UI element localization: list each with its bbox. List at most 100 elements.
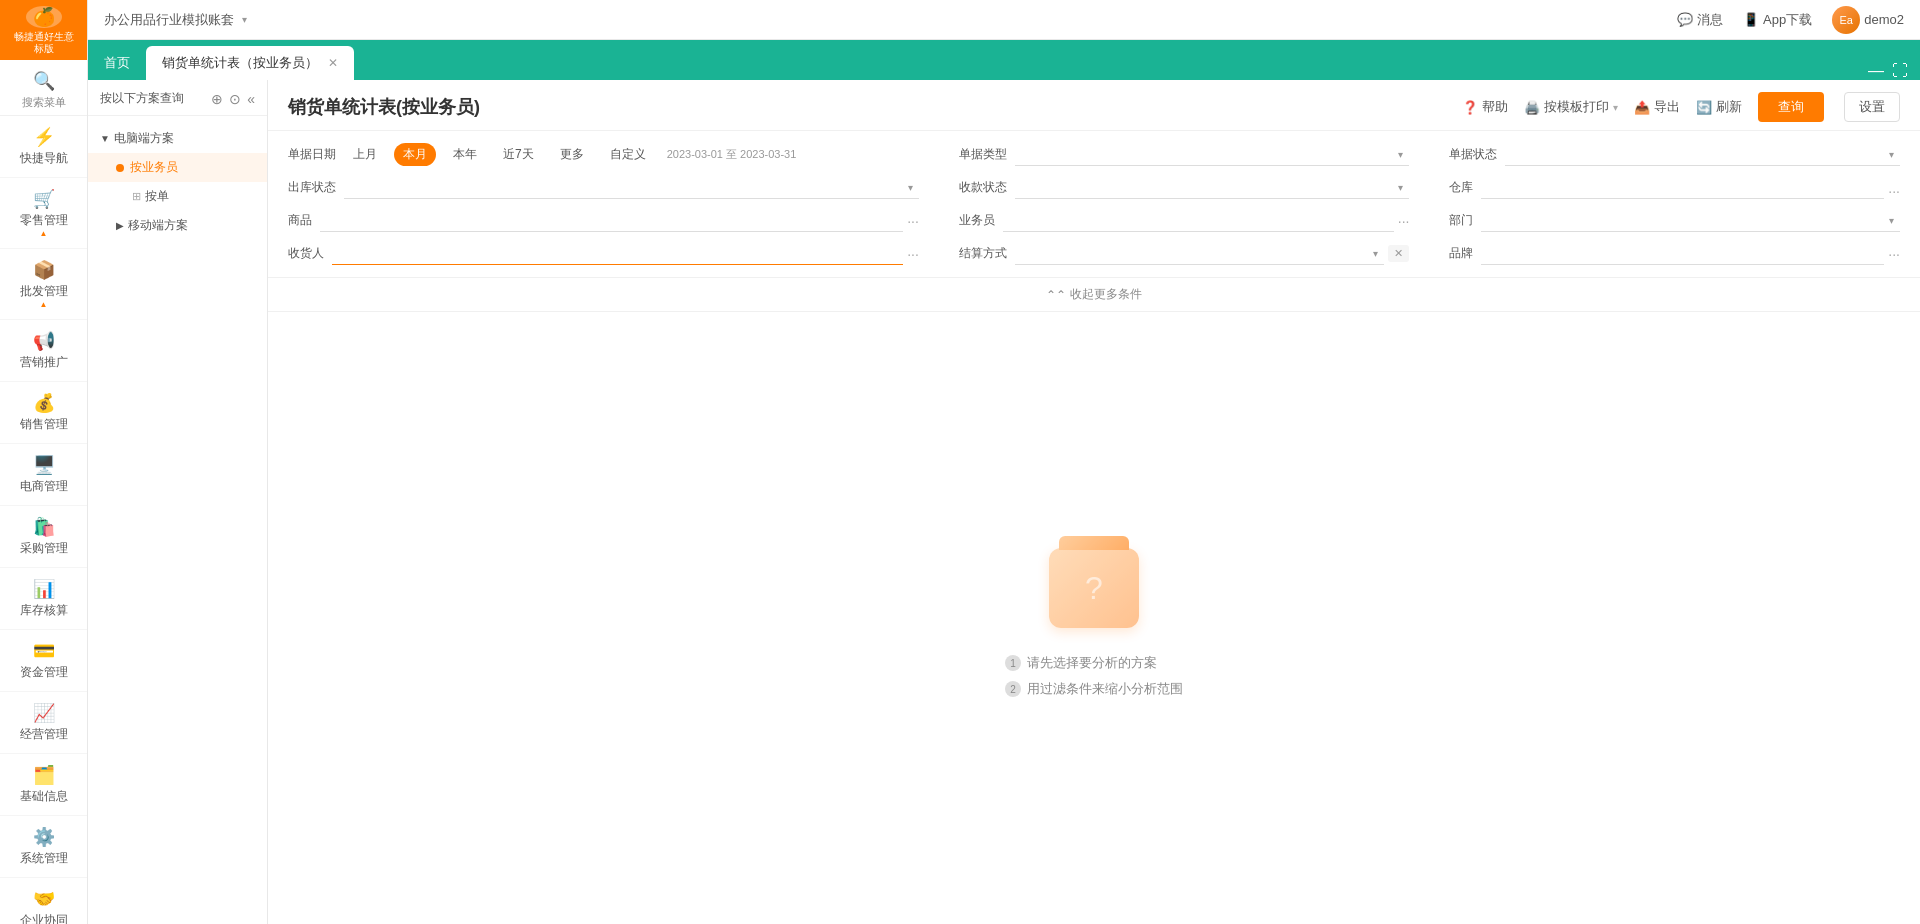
sidebar-item-retail[interactable]: 🛒 零售管理 [0,178,87,249]
scheme-item-by-order[interactable]: ⊞ 按单 [88,182,267,211]
payment-method-label: 结算方式 [959,245,1007,262]
sidebar: 🍊 畅捷通好生意标版 🔍 搜索菜单 ⚡ 快捷导航 🛒 零售管理 📦 批发管理 📢… [0,0,88,924]
user-name: demo2 [1864,12,1904,27]
consignee-label: 收货人 [288,245,324,262]
top-header: 办公用品行业模拟账套 ▾ 💬 消息 📱 App下载 Ea demo2 [88,0,1920,40]
sidebar-item-quick-nav[interactable]: ⚡ 快捷导航 [0,116,87,178]
sidebar-item-operations[interactable]: 📈 经营管理 [0,692,87,754]
marketing-icon: 📢 [33,330,55,352]
tab-close-icon[interactable]: ✕ [328,56,338,70]
app-download-btn[interactable]: 📱 App下载 [1743,11,1812,29]
date-btn-7days[interactable]: 近7天 [494,143,543,166]
sidebar-item-finance[interactable]: 💳 资金管理 [0,630,87,692]
tab-home-label: 首页 [104,54,130,72]
mobile-expand-icon: ▶ [116,220,124,231]
scheme-group-desktop: ▼ 电脑端方案 按业务员 ⊞ 按单 [88,124,267,211]
scheme-item-by-employee[interactable]: 按业务员 [88,153,267,182]
scheme-collapse-icon[interactable]: « [247,91,255,107]
user-menu[interactable]: Ea demo2 [1832,6,1904,34]
message-label: 消息 [1697,11,1723,29]
logo-icon: 🍊 [26,6,62,28]
empty-hint-1: 1 请先选择要分析的方案 [1005,654,1183,672]
sidebar-logo: 🍊 畅捷通好生意标版 [0,0,87,60]
filter-warehouse-item: 仓库 ... [1449,176,1900,199]
sidebar-item-purchase[interactable]: 🛍️ 采购管理 [0,506,87,568]
sidebar-item-ecommerce[interactable]: 🖥️ 电商管理 [0,444,87,506]
wholesale-icon: 📦 [33,259,55,281]
warehouse-input[interactable] [1481,176,1884,199]
setting-button[interactable]: 设置 [1844,92,1900,122]
help-icon: ❓ [1462,100,1478,115]
export-label: 导出 [1654,98,1680,116]
goods-dots-icon[interactable]: ··· [907,213,919,229]
tag-x-btn[interactable]: ✕ [1394,247,1403,260]
query-button[interactable]: 查询 [1758,92,1824,122]
hint-1-text: 请先选择要分析的方案 [1027,654,1157,672]
filter-row-2: 出库状态 ▾ 收款状态 [288,176,1900,199]
out-status-select[interactable] [344,176,919,199]
sub-icon: ⊞ [132,190,141,203]
logo-text: 畅捷通好生意标版 [14,31,74,55]
date-btn-custom[interactable]: 自定义 [601,143,655,166]
goods-input[interactable] [320,209,903,232]
purchase-icon: 🛍️ [33,516,55,538]
empty-hint-2: 2 用过滤条件来缩小分析范围 [1005,680,1183,698]
date-btn-last-month[interactable]: 上月 [344,143,386,166]
help-btn[interactable]: ❓ 帮助 [1462,98,1508,116]
avatar: Ea [1832,6,1860,34]
sidebar-item-marketing[interactable]: 📢 营销推广 [0,320,87,382]
tab-minimize-icon[interactable]: — [1868,62,1884,80]
type-select[interactable] [1015,143,1410,166]
message-btn[interactable]: 💬 消息 [1677,11,1723,29]
filter-goods-item: 商品 ··· [288,209,919,232]
tab-sales-stat[interactable]: 销货单统计表（按业务员） ✕ [146,46,354,80]
tab-home[interactable]: 首页 [88,46,146,80]
brand-input[interactable] [1481,242,1884,265]
sidebar-item-system[interactable]: ⚙️ 系统管理 [0,816,87,878]
phone-icon: 📱 [1743,12,1759,27]
basic-icon: 🗂️ [33,764,55,786]
operations-label: 经营管理 [20,726,68,743]
sidebar-item-cooperation[interactable]: 🤝 企业协同 [0,878,87,924]
template-print-btn[interactable]: 🖨️ 按模板打印 ▾ [1524,98,1618,116]
employee-input[interactable] [1003,209,1394,232]
tab-expand-icon[interactable]: ⛶ [1892,62,1908,80]
status-select[interactable] [1505,143,1900,166]
payment-method-select[interactable] [1015,242,1385,265]
brand-dots-icon[interactable]: ··· [1888,246,1900,262]
consignee-input[interactable] [332,242,903,265]
date-label: 单据日期 [288,146,336,163]
refresh-icon: 🔄 [1696,100,1712,115]
sidebar-item-basic[interactable]: 🗂️ 基础信息 [0,754,87,816]
payment-select[interactable] [1015,176,1410,199]
date-btn-more[interactable]: 更多 [551,143,593,166]
template-print-label: 按模板打印 [1544,98,1609,116]
breadcrumb-dropdown-icon[interactable]: ▾ [242,14,247,25]
top-header-left: 办公用品行业模拟账套 ▾ [104,11,247,29]
scheme-tree: ▼ 电脑端方案 按业务员 ⊞ 按单 ▶ 移动端方案 [88,116,267,248]
warehouse-dots-icon[interactable]: ... [1888,180,1900,196]
scheme-settings-icon[interactable]: ⊙ [229,91,241,107]
export-btn[interactable]: 📤 导出 [1634,98,1680,116]
sidebar-item-inventory[interactable]: 📊 库存核算 [0,568,87,630]
employee-dots-icon[interactable]: ··· [1398,213,1410,229]
right-panel: 销货单统计表(按业务员) ❓ 帮助 🖨️ 按模板打印 ▾ 📤 导出 [268,80,1920,924]
collapse-more-btn[interactable]: ⌃⌃ 收起更多条件 [1046,286,1142,303]
scheme-group-mobile-label[interactable]: ▶ 移动端方案 [88,211,267,240]
scheme-group-desktop-label[interactable]: ▼ 电脑端方案 [88,124,267,153]
filter-out-status-item: 出库状态 ▾ [288,176,919,199]
date-btn-this-year[interactable]: 本年 [444,143,486,166]
sidebar-item-wholesale[interactable]: 📦 批发管理 [0,249,87,320]
export-icon: 📤 [1634,100,1650,115]
sidebar-search-item[interactable]: 🔍 搜索菜单 [0,60,87,116]
refresh-btn[interactable]: 🔄 刷新 [1696,98,1742,116]
sidebar-item-sales[interactable]: 💰 销售管理 [0,382,87,444]
finance-label: 资金管理 [20,664,68,681]
app-download-label: App下载 [1763,11,1812,29]
consignee-dots-icon[interactable]: ··· [907,246,919,262]
empty-illustration [1034,538,1154,638]
date-btn-this-month[interactable]: 本月 [394,143,436,166]
dept-select[interactable] [1481,209,1900,232]
scheme-add-icon[interactable]: ⊕ [211,91,223,107]
empty-box-icon [1049,548,1139,628]
